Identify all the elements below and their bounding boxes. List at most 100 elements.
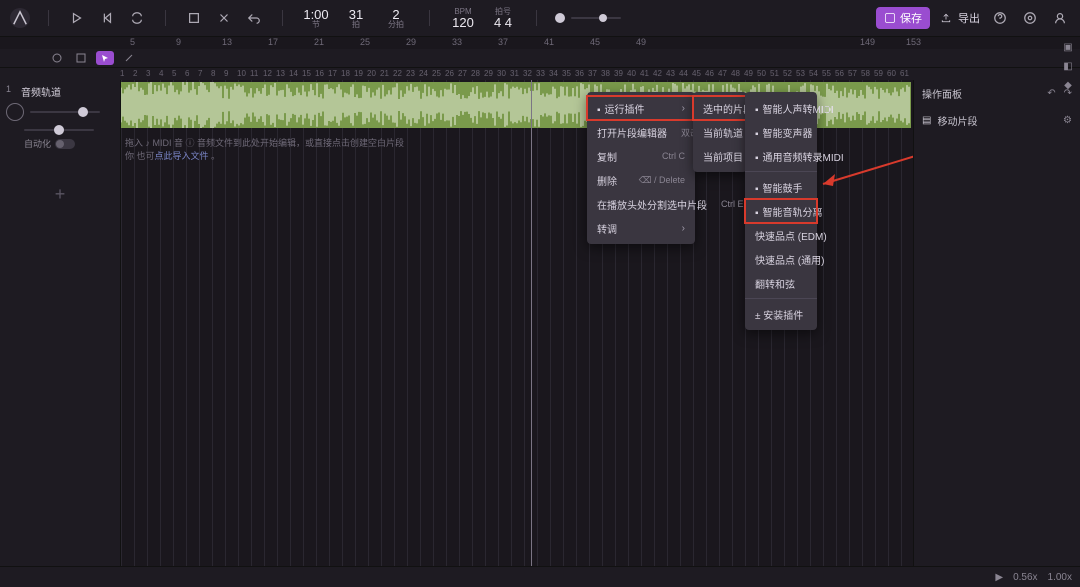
menu-item-label: 删除: [597, 173, 617, 188]
beat-indicator[interactable]: 2分拍: [381, 8, 411, 29]
overview-ruler[interactable]: 5913172125293337414549149153: [0, 37, 1080, 49]
ruler-tick: 5: [130, 37, 135, 47]
plugin-menu-item[interactable]: 翻转和弦: [745, 271, 817, 295]
plugin-menu-item[interactable]: 快速品点 (通用): [745, 247, 817, 271]
bar-tick: 27: [458, 69, 467, 78]
import-link[interactable]: 点此导入文件: [155, 151, 209, 161]
plugin-menu-item[interactable]: 快速品点 (EDM): [745, 223, 817, 247]
hint-2b: 。: [209, 151, 221, 161]
tool-cut-button[interactable]: [214, 8, 234, 28]
sig-value: 4 4: [494, 16, 512, 29]
expand-panel-icon[interactable]: ▣: [1063, 42, 1072, 53]
inspector-icon[interactable]: ◧: [1063, 61, 1072, 72]
bar-tick: 18: [341, 69, 350, 78]
plugin-icon[interactable]: ◆: [1064, 80, 1072, 91]
operation-panel: 操作面板 ↶↷ ▤移动片段 ⚙: [913, 80, 1080, 587]
play-button[interactable]: [67, 8, 87, 28]
loop-button[interactable]: [127, 8, 147, 28]
master-volume[interactable]: [555, 13, 621, 23]
bar-tick: 6: [185, 69, 189, 78]
track-name: 音频轨道: [21, 84, 61, 99]
plugin-menu-item[interactable]: ▪智能音轨分离: [745, 199, 817, 223]
settings-button[interactable]: [1020, 8, 1040, 28]
beat-main: 2: [392, 8, 399, 21]
arrange-canvas[interactable]: 拖入 ♪ MIDI 音 ⓘ 音频文件到此处开始编辑，或直接点击创建空白片段 你 …: [121, 80, 913, 587]
tool-record[interactable]: [48, 51, 66, 65]
bar-tick: 20: [367, 69, 376, 78]
plugin-menu-item[interactable]: ▪通用音频转录MIDI: [745, 144, 817, 168]
export-button[interactable]: 导出: [940, 10, 980, 26]
canvas-hint: 拖入 ♪ MIDI 音 ⓘ 音频文件到此处开始编辑，或直接点击创建空白片段 你 …: [125, 136, 404, 162]
track-index: 1: [6, 84, 11, 94]
tool-snap[interactable]: [72, 51, 90, 65]
plugin-menu-item[interactable]: ▪智能变声器: [745, 120, 817, 144]
automation-toggle[interactable]: 自动化: [24, 137, 114, 150]
menu-item-label: ▪智能音轨分离: [755, 204, 823, 219]
panel-title: 操作面板: [922, 86, 962, 101]
menu-item-label: 打开片段编辑器: [597, 125, 667, 140]
bar-tick: 1: [120, 69, 124, 78]
app-logo[interactable]: [10, 8, 30, 28]
track-record-arm[interactable]: [6, 103, 24, 121]
bar-tick: 24: [419, 69, 428, 78]
top-bar: 1:00节 31拍 2分拍 BPM120 拍号4 4 保存 导出: [0, 0, 1080, 37]
add-track-button[interactable]: +: [0, 154, 120, 587]
gear-icon[interactable]: ⚙: [1063, 115, 1072, 126]
context-menu-item[interactable]: 打开片段编辑器双击片段或 E: [587, 120, 695, 144]
time-indicator[interactable]: 1:00节: [301, 8, 331, 29]
bar-tick: 22: [393, 69, 402, 78]
track-pan-slider[interactable]: [24, 129, 94, 131]
undo-icon[interactable]: ↶: [1047, 88, 1055, 99]
bar-tick: 16: [315, 69, 324, 78]
bpm-indicator[interactable]: BPM120: [448, 8, 478, 29]
timesig-indicator[interactable]: 拍号4 4: [488, 8, 518, 29]
track-volume-slider[interactable]: [30, 111, 100, 113]
bar-tick: 60: [887, 69, 896, 78]
time-main: 1:00: [303, 8, 328, 21]
scope-menu-item[interactable]: 当前项目›: [693, 144, 747, 168]
menu-item-label: ± 安装插件: [755, 307, 803, 322]
menu-item-label: 当前轨道: [703, 125, 743, 140]
bar-tick: 36: [575, 69, 584, 78]
panel-item[interactable]: ▤移动片段 ⚙: [914, 107, 1080, 134]
bar-tick: 57: [848, 69, 857, 78]
tool-select-button[interactable]: [184, 8, 204, 28]
bar-tick: 26: [445, 69, 454, 78]
bar-tick: 32: [523, 69, 532, 78]
context-menu-item[interactable]: ▪运行插件›: [587, 96, 695, 120]
automation-label: 自动化: [24, 137, 51, 150]
plugin-menu-item[interactable]: ± 安装插件: [745, 302, 817, 326]
context-menu-item[interactable]: 转调›: [587, 216, 695, 240]
cursor-icon[interactable]: ▶: [995, 572, 1003, 583]
zoom-level[interactable]: 0.56x: [1013, 572, 1037, 583]
save-button[interactable]: 保存: [876, 7, 930, 29]
context-menu-item[interactable]: 复制Ctrl C: [587, 144, 695, 168]
context-menu-item[interactable]: 删除⌫ / Delete: [587, 168, 695, 192]
help-button[interactable]: [990, 8, 1010, 28]
bar-tick: 58: [861, 69, 870, 78]
undo-button[interactable]: [244, 8, 264, 28]
track-panel: 1 音频轨道 自动化 +: [0, 80, 121, 587]
bar-tick: 34: [549, 69, 558, 78]
scope-menu-item[interactable]: 选中的片段›: [693, 96, 747, 120]
bar-indicator[interactable]: 31拍: [341, 8, 371, 29]
playback-speed[interactable]: 1.00x: [1048, 572, 1072, 583]
bar-tick: 46: [705, 69, 714, 78]
account-button[interactable]: [1050, 8, 1070, 28]
bar-tick: 49: [744, 69, 753, 78]
tool-select-active[interactable]: [96, 51, 114, 65]
plugin-menu-item[interactable]: ▪智能人声转MIDI: [745, 96, 817, 120]
context-menu-item[interactable]: 在播放头处分割选中片段Ctrl E: [587, 192, 695, 216]
playhead[interactable]: [531, 80, 532, 587]
scope-menu-item[interactable]: 当前轨道›: [693, 120, 747, 144]
tool-draw[interactable]: [120, 51, 138, 65]
bar-tick: 7: [198, 69, 202, 78]
blue-icon: ▪: [755, 153, 759, 164]
bar-tick: 12: [263, 69, 272, 78]
skip-start-button[interactable]: [97, 8, 117, 28]
plugin-menu-item[interactable]: ▪智能鼓手: [745, 175, 817, 199]
bar-tick: 33: [536, 69, 545, 78]
head-icon: ▪: [755, 129, 759, 140]
bar-tick: 21: [380, 69, 389, 78]
bar-tick: 9: [224, 69, 228, 78]
